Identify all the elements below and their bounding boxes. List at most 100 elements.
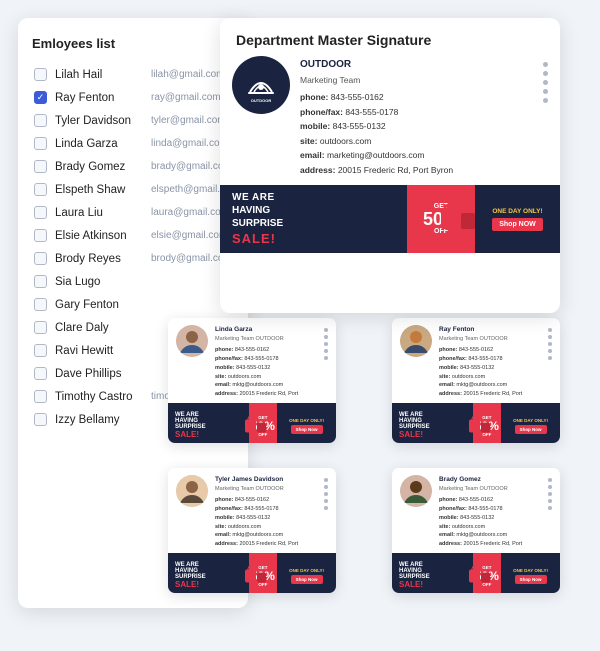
employee-checkbox[interactable] [34,390,47,403]
employee-checkbox[interactable] [34,160,47,173]
small-sig-dot [548,335,552,339]
sb-right: ONE DAY ONLY! Shop Now [277,403,336,443]
main-banner: WE ARE HAVING SURPRISE SALE! GET 50% OFF… [220,185,560,253]
small-sig-fax: phone/fax: 843-555-0178 [439,505,541,514]
sb-bag-1 [469,419,480,432]
sb-shop-btn[interactable]: Shop Now [515,425,547,434]
sig-dot [543,62,548,67]
company-info: OUTDOOR Marketing Team phone: 843-555-01… [300,56,533,177]
shop-now-button[interactable]: Shop NOW [492,218,543,231]
employee-item[interactable]: Elspeth Shaw elspeth@gmail.c [32,178,234,201]
employee-item[interactable]: Tyler Davidson tyler@gmail.com [32,109,234,132]
small-banner: WE ARE HAVING SURPRISE SALE! GET 50% OFF… [392,403,560,443]
sb-bags [469,419,490,432]
sb-right: ONE DAY ONLY! Shop Now [501,403,560,443]
employee-email: laura@gmail.com [151,207,229,218]
employee-item[interactable]: Ray Fenton ray@gmail.com [32,86,234,109]
sig-dot [543,80,548,85]
employee-email: lilah@gmail.com [151,69,225,80]
employee-name: Ray Fenton [55,92,143,104]
small-sig-name: Linda Garza [215,325,317,335]
small-sig-dot [324,335,328,339]
employee-list-title: Emloyees list [32,36,234,51]
banner-we: WE ARE [232,192,407,203]
employee-name: Laura Liu [55,207,143,219]
small-sig-name: Tyler James Davidson [215,475,317,485]
employee-name: Sia Lugo [55,276,143,288]
sig-dot [543,98,548,103]
employee-name: Clare Daly [55,322,143,334]
employee-checkbox[interactable] [34,229,47,242]
employee-checkbox[interactable] [34,367,47,380]
small-sig-dot [324,328,328,332]
sb-shop-btn[interactable]: Shop Now [291,575,323,584]
sb-sale: SALE! [175,580,249,589]
banner-sale: SALE! [232,231,407,246]
small-sig-dept: Marketing Team OUTDOOR [439,485,541,494]
small-sig-site: site: outdoors.com [439,373,541,382]
small-sig-phone: phone: 843-555-0162 [215,346,317,355]
small-sig-dot [548,478,552,482]
employee-item[interactable]: Elsie Atkinson elsie@gmail.com [32,224,234,247]
signature-block: OUTDOOR OUTDOOR Marketing Team phone: 84… [220,56,560,185]
small-sig-info: Ray Fenton Marketing Team OUTDOOR phone:… [439,325,541,399]
small-sig-phone: phone: 843-555-0162 [215,496,317,505]
small-sig-fax: phone/fax: 843-555-0178 [215,355,317,364]
employee-checkbox[interactable] [34,344,47,357]
employee-item[interactable]: Lilah Hail lilah@gmail.com [32,63,234,86]
small-sig-email: email: mktg@outdoors.com [439,381,541,390]
small-sig-address: address: 20015 Frederic Rd, Port [215,540,317,549]
employee-checkbox[interactable] [34,298,47,311]
small-sig-phone: phone: 843-555-0162 [439,346,541,355]
sb-sale: SALE! [175,430,249,439]
bag-icon-2 [461,213,475,229]
sb-shop-btn[interactable]: Shop Now [515,575,547,584]
small-sig-dot [324,349,328,353]
employee-item[interactable]: Brody Reyes brody@gmail.com [32,247,234,270]
small-banner: WE ARE HAVING SURPRISE SALE! GET 50% OFF… [168,553,336,593]
small-sig-email: email: mktg@outdoors.com [215,381,317,390]
employee-checkbox[interactable] [34,275,47,288]
small-avatar [400,325,432,357]
employee-checkbox[interactable] [34,206,47,219]
employee-item[interactable]: Sia Lugo [32,270,234,293]
sb-bag-2 [481,572,490,582]
small-sig-dots [548,475,552,510]
banner-right: ONE DAY ONLY! Shop NOW [475,185,560,253]
small-sig-dot [548,356,552,360]
dept-signature-card: Department Master Signature OUTDOOR OUTD… [220,18,560,313]
employee-checkbox[interactable] [34,68,47,81]
employee-checkbox[interactable] [34,183,47,196]
employee-item[interactable]: Linda Garza linda@gmail.com [32,132,234,155]
banner-surprise: SURPRISE [232,218,407,229]
sb-bags [469,569,490,582]
employee-checkbox[interactable] [34,137,47,150]
small-sig-header: Ray Fenton Marketing Team OUTDOOR phone:… [392,318,560,403]
employee-checkbox[interactable] [34,252,47,265]
sb-bag-2 [257,422,266,432]
small-signature-card: Linda Garza Marketing Team OUTDOOR phone… [168,318,336,443]
small-sig-dot [324,499,328,503]
employee-item[interactable]: Brady Gomez brady@gmail.com [32,155,234,178]
sb-bag-1 [245,569,256,582]
sb-right: ONE DAY ONLY! Shop Now [501,553,560,593]
small-sig-site: site: outdoors.com [439,523,541,532]
small-sig-dot [324,356,328,360]
small-sig-mobile: mobile: 843-555-0132 [215,364,317,373]
employee-item[interactable]: Laura Liu laura@gmail.com [32,201,234,224]
sig-dots [543,56,548,103]
employee-checkbox[interactable] [34,114,47,127]
sb-bag-2 [257,572,266,582]
sb-shop-btn[interactable]: Shop Now [291,425,323,434]
employee-email: ray@gmail.com [151,92,221,103]
employee-item[interactable]: Gary Fenton [32,293,234,316]
small-sig-phone: phone: 843-555-0162 [439,496,541,505]
sig-site: site: outdoors.com [300,134,533,148]
sb-bag-2 [481,422,490,432]
sb-left: WE ARE HAVING SURPRISE SALE! [392,553,473,593]
employee-checkbox[interactable] [34,91,47,104]
small-sig-fax: phone/fax: 843-555-0178 [215,505,317,514]
employee-checkbox[interactable] [34,321,47,334]
employee-checkbox[interactable] [34,413,47,426]
small-sig-address: address: 20015 Frederic Rd, Port [439,540,541,549]
